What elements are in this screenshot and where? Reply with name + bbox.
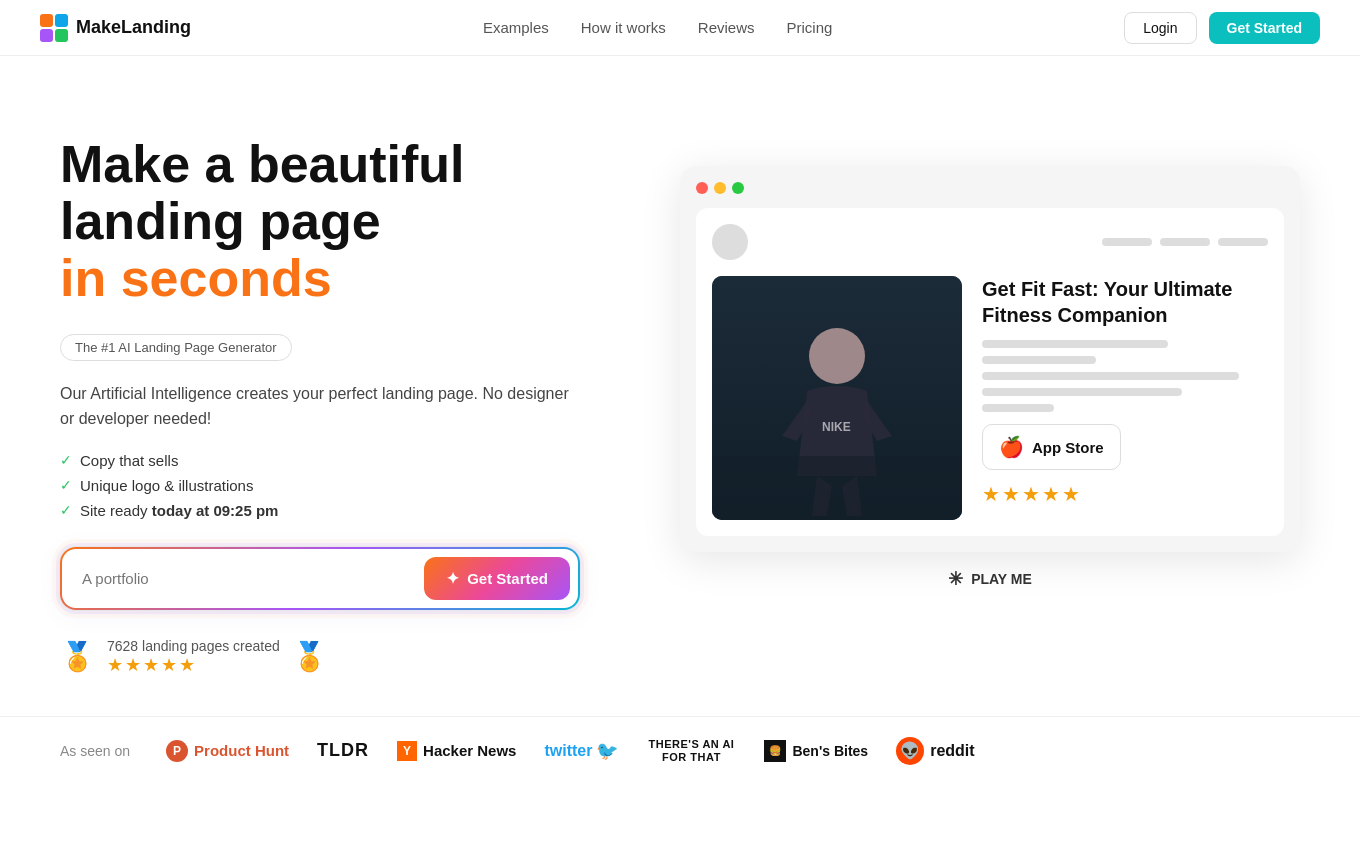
hero-left: Make a beautiful landing page in seconds… <box>60 116 580 676</box>
app-store-button[interactable]: 🍎 App Store <box>982 424 1121 470</box>
laurel-left: 🏅 <box>60 640 95 673</box>
mock-content-title: Get Fit Fast: Your Ultimate Fitness Comp… <box>982 276 1268 328</box>
mock-nav-line <box>1160 238 1210 246</box>
svg-point-5 <box>809 328 865 384</box>
svg-rect-1 <box>55 14 68 27</box>
hero-title: Make a beautiful landing page in seconds <box>60 136 580 308</box>
ph-icon: P <box>166 740 188 762</box>
hero-features: ✓ Copy that sells ✓ Unique logo & illust… <box>60 452 580 519</box>
pages-created: 7628 landing pages created <box>107 638 280 654</box>
mock-rating-stars: ★★★★★ <box>982 482 1268 506</box>
brand-twitter: twitter 🐦 <box>544 740 618 762</box>
stats-row: 🏅 7628 landing pages created ★★★★★ 🏅 <box>60 638 580 676</box>
svg-rect-3 <box>55 29 68 42</box>
play-me-button[interactable]: ✳ PLAY ME <box>948 568 1032 590</box>
brand-logos: P Product Hunt TLDR Y Hacker News twitte… <box>166 737 975 765</box>
mock-nav-line <box>1102 238 1152 246</box>
svg-rect-2 <box>40 29 53 42</box>
bens-icon: 🍔 <box>764 740 786 762</box>
browser-mock: NIKE Get Fit Fast: Your Ultimate Fitness… <box>680 166 1300 552</box>
feature-logo: ✓ Unique logo & illustrations <box>60 477 580 494</box>
check-icon: ✓ <box>60 452 72 468</box>
hero-title-line1: Make a beautiful landing page <box>60 135 465 250</box>
twitter-label: twitter <box>544 742 592 760</box>
mock-nav-line <box>1218 238 1268 246</box>
brand-hacker-news: Y Hacker News <box>397 741 516 761</box>
apple-icon: 🍎 <box>999 435 1024 459</box>
sparkle-icon: ✦ <box>446 569 459 588</box>
rating-stars: ★★★★★ <box>107 654 280 676</box>
mock-content-lines <box>982 340 1268 412</box>
mock-header <box>712 224 1268 260</box>
laurel-right: 🏅 <box>292 640 327 673</box>
play-me-section: ✳ PLAY ME <box>680 568 1300 590</box>
dot-green <box>732 182 744 194</box>
as-seen-row: As seen on P Product Hunt TLDR Y Hacker … <box>60 737 1300 765</box>
logo-text: MakeLanding <box>76 17 191 38</box>
play-spinner-icon: ✳ <box>948 568 963 590</box>
as-seen-label: As seen on <box>60 743 130 759</box>
hero-badge: The #1 AI Landing Page Generator <box>60 334 292 361</box>
hn-label: Hacker News <box>423 742 516 759</box>
nav-link-reviews[interactable]: Reviews <box>698 19 755 36</box>
hero-wrapper: "Mobile App for a Workout Program" <box>680 166 1300 590</box>
login-button[interactable]: Login <box>1124 12 1196 44</box>
mock-info: Get Fit Fast: Your Ultimate Fitness Comp… <box>982 276 1268 520</box>
nav-links: Examples How it works Reviews Pricing <box>483 19 832 36</box>
fitness-image: NIKE <box>712 276 962 520</box>
site-description-input[interactable] <box>82 570 414 587</box>
brand-tldr: TLDR <box>317 740 369 761</box>
mock-logo-placeholder <box>712 224 748 260</box>
ai-for-that-label: THERE'S AN AI FOR THAT <box>646 738 736 764</box>
brand-product-hunt: P Product Hunt <box>166 740 289 762</box>
get-started-hero-button[interactable]: ✦ Get Started <box>424 557 570 600</box>
brand-bens-bites: 🍔 Ben's Bites <box>764 740 868 762</box>
browser-bar <box>696 182 1284 194</box>
reddit-label: reddit <box>930 742 974 760</box>
hn-icon: Y <box>397 741 417 761</box>
input-row: ✦ Get Started <box>60 547 580 610</box>
nav-link-how-it-works[interactable]: How it works <box>581 19 666 36</box>
bens-label: Ben's Bites <box>792 743 868 759</box>
svg-rect-0 <box>40 14 53 27</box>
logo[interactable]: MakeLanding <box>40 14 191 42</box>
check-icon: ✓ <box>60 502 72 518</box>
mock-nav-lines <box>1102 238 1268 246</box>
hero-right: "Mobile App for a Workout Program" <box>680 116 1300 590</box>
check-icon: ✓ <box>60 477 72 493</box>
nav-actions: Login Get Started <box>1124 12 1320 44</box>
reddit-icon: 👽 <box>896 737 924 765</box>
browser-content: NIKE Get Fit Fast: Your Ultimate Fitness… <box>696 208 1284 536</box>
dot-yellow <box>714 182 726 194</box>
brand-reddit: 👽 reddit <box>896 737 974 765</box>
nav-link-pricing[interactable]: Pricing <box>786 19 832 36</box>
nav-link-examples[interactable]: Examples <box>483 19 549 36</box>
site-ready-time: today at 09:25 pm <box>152 502 279 519</box>
ph-label: Product Hunt <box>194 742 289 759</box>
logo-icon <box>40 14 68 42</box>
navbar: MakeLanding Examples How it works Review… <box>0 0 1360 56</box>
twitter-bird-icon: 🐦 <box>596 740 618 762</box>
svg-text:NIKE: NIKE <box>822 420 851 434</box>
hero-description: Our Artificial Intelligence creates your… <box>60 381 580 432</box>
tldr-label: TLDR <box>317 740 369 761</box>
svg-rect-7 <box>712 456 962 520</box>
brand-ai-for-that: THERE'S AN AI FOR THAT <box>646 738 736 764</box>
feature-copy: ✓ Copy that sells <box>60 452 580 469</box>
dot-red <box>696 182 708 194</box>
hero-title-accent: in seconds <box>60 250 580 307</box>
hero-section: Make a beautiful landing page in seconds… <box>0 56 1360 716</box>
feature-site-ready: ✓ Site ready today at 09:25 pm <box>60 502 580 519</box>
get-started-nav-button[interactable]: Get Started <box>1209 12 1320 44</box>
mock-body: NIKE Get Fit Fast: Your Ultimate Fitness… <box>712 276 1268 520</box>
as-seen-on-section: As seen on P Product Hunt TLDR Y Hacker … <box>0 716 1360 805</box>
